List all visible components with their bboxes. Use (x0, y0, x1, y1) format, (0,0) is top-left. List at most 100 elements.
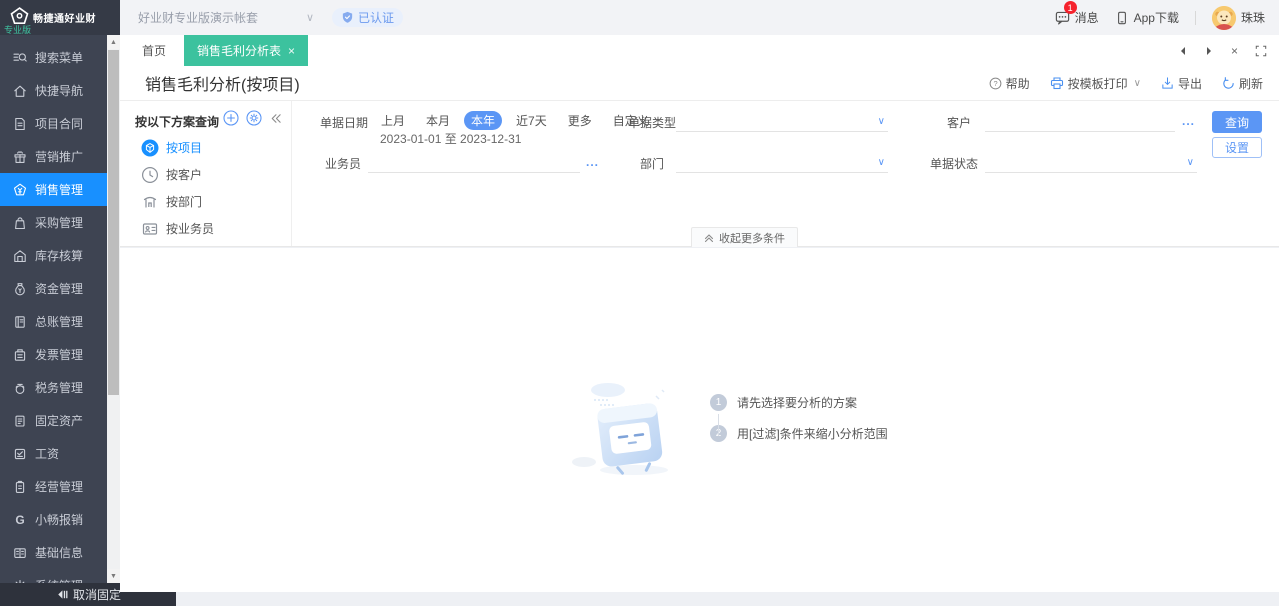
topbar-right: 消息 1 App下载 珠珠 (1055, 0, 1265, 35)
chevron-down-icon: ∨ (1186, 157, 1194, 168)
collapse-panel-icon[interactable] (269, 112, 282, 125)
salesman-input[interactable] (368, 152, 580, 173)
sidebar-scrollbar[interactable]: ▲ ▼ (107, 35, 120, 583)
doc-status-select[interactable]: ∨ (985, 152, 1197, 173)
sidebar-item-general-ledger[interactable]: 总账管理 (0, 305, 107, 338)
account-book-selector[interactable]: 好业财专业版演示帐套 ∨ (138, 0, 314, 35)
export-button[interactable]: 导出 (1161, 75, 1202, 92)
scrollbar-thumb[interactable] (108, 50, 119, 395)
content-area: 1 请先选择要分析的方案 2 用[过滤]条件来缩小分析范围 (120, 248, 1279, 592)
scroll-up-icon[interactable]: ▲ (107, 35, 120, 49)
phone-icon (1115, 11, 1129, 25)
sidebar-item-label: 总账管理 (35, 315, 84, 329)
sidebar-item-funds-management[interactable]: 资金管理 (0, 272, 107, 305)
sidebar-item-salary[interactable]: 工资 (0, 437, 107, 470)
fullscreen-icon[interactable] (1249, 39, 1272, 62)
messages-button[interactable]: 消息 1 (1055, 1, 1099, 26)
sidebar-item-label: 资金管理 (35, 282, 84, 296)
date-range-value: 2023-01-01 至 2023-12-31 (380, 132, 522, 146)
page-title: 销售毛利分析(按项目) (145, 77, 300, 94)
department-select[interactable]: ∨ (676, 152, 888, 173)
doc-type-label: 单据类型 (628, 116, 677, 130)
empty-state-illustration (570, 378, 690, 478)
sidebar: 搜索菜单 快捷导航 项目合同 营销推广 销售管理 采购管理 库存核算 资金管理 … (0, 35, 120, 583)
sidebar-item-inventory-accounting[interactable]: 库存核算 (0, 239, 107, 272)
chevron-up-double-icon (704, 233, 714, 243)
collapse-more-filters-button[interactable]: 收起更多条件 (691, 227, 798, 247)
sidebar-item-invoice-management[interactable]: 发票管理 (0, 338, 107, 371)
sales-icon (13, 183, 27, 197)
scheme-settings-gear-icon[interactable] (246, 110, 262, 126)
scheme-item-by-customer[interactable]: 按客户 (141, 161, 214, 188)
tab-scroll-left-icon[interactable] (1171, 39, 1194, 62)
salesman-more-ellipsis[interactable]: ... (586, 155, 599, 169)
pill-this-year[interactable]: 本年 (464, 111, 503, 130)
funds-icon (13, 282, 27, 296)
sidebar-item-expense-reimburse[interactable]: G 小畅报销 (0, 503, 107, 536)
sidebar-item-project-contract[interactable]: 项目合同 (0, 107, 107, 140)
base-info-icon (13, 546, 27, 560)
home-icon (13, 84, 27, 98)
pill-last-7-days[interactable]: 近7天 (509, 111, 554, 130)
user-menu[interactable]: 珠珠 (1211, 5, 1265, 30)
inventory-icon (13, 249, 27, 263)
scheme-item-label: 按部门 (166, 195, 203, 209)
sidebar-item-label: 工资 (35, 447, 60, 461)
sidebar-item-marketing[interactable]: 营销推广 (0, 140, 107, 173)
sidebar-item-tax-management[interactable]: 税务管理 (0, 371, 107, 404)
step-item: 2 用[过滤]条件来缩小分析范围 (710, 425, 888, 442)
step-number-badge: 2 (710, 425, 727, 442)
filter-panel: 按以下方案查询 按项目 按客户 按部门 按业务员 单据日期 上月 本月 本年 近… (120, 101, 1279, 247)
sidebar-item-label: 固定资产 (35, 414, 84, 428)
sidebar-item-base-info[interactable]: 基础信息 (0, 536, 107, 569)
scroll-down-icon[interactable]: ▼ (107, 569, 120, 583)
step-item: 1 请先选择要分析的方案 (710, 394, 888, 411)
help-button[interactable]: ? 帮助 (989, 75, 1030, 92)
tab-scroll-right-icon[interactable] (1197, 39, 1220, 62)
app-download-button[interactable]: App下载 (1115, 9, 1179, 26)
scheme-item-by-department[interactable]: 按部门 (141, 188, 214, 215)
doc-status-label: 单据状态 (930, 157, 979, 171)
gift-icon (13, 150, 27, 164)
tab-sales-gross-profit[interactable]: 销售毛利分析表 × (184, 35, 309, 66)
svg-text:G: G (15, 513, 24, 527)
sidebar-item-search-menu[interactable]: 搜索菜单 (0, 41, 107, 74)
pill-last-month[interactable]: 上月 (374, 111, 412, 130)
scheme-panel-title: 按以下方案查询 (135, 115, 220, 129)
account-book-name: 好业财专业版演示帐套 (138, 11, 259, 25)
date-range-pills: 上月 本月 本年 近7天 更多 自定义 (374, 111, 656, 130)
sidebar-item-system-management[interactable]: 系统管理 (0, 569, 107, 583)
salary-icon (13, 447, 27, 461)
customer-input[interactable] (985, 111, 1175, 132)
pill-this-month[interactable]: 本月 (419, 111, 457, 130)
sidebar-item-purchase-management[interactable]: 采购管理 (0, 206, 107, 239)
messages-count-badge: 1 (1063, 1, 1077, 14)
sidebar-item-sales-management[interactable]: 销售管理 (0, 173, 107, 206)
print-by-template-button[interactable]: 按模板打印 ∨ (1050, 75, 1141, 92)
scheme-item-by-project[interactable]: 按项目 (141, 134, 214, 161)
tab-close-all-icon[interactable]: × (1223, 39, 1246, 62)
settings-button[interactable]: 设置 (1212, 137, 1262, 158)
print-label: 按模板打印 (1067, 76, 1128, 91)
pill-more[interactable]: 更多 (561, 111, 599, 130)
filter-form: 单据日期 上月 本月 本年 近7天 更多 自定义 2023-01-01 至 20… (292, 101, 1279, 246)
sidebar-item-label: 经营管理 (35, 480, 84, 494)
step-text: 用[过滤]条件来缩小分析范围 (737, 427, 888, 441)
sidebar-item-business-management[interactable]: 经营管理 (0, 470, 107, 503)
doc-type-select[interactable]: ∨ (676, 111, 888, 132)
sidebar-item-fixed-assets[interactable]: 固定资产 (0, 404, 107, 437)
department-icon (141, 193, 159, 211)
add-scheme-icon[interactable] (223, 110, 239, 126)
step-text: 请先选择要分析的方案 (737, 396, 858, 410)
tab-close-icon[interactable]: × (288, 44, 295, 58)
refresh-button[interactable]: 刷新 (1222, 75, 1263, 92)
chevron-down-icon: ∨ (877, 116, 885, 127)
sidebar-item-quick-nav[interactable]: 快捷导航 (0, 74, 107, 107)
query-button[interactable]: 查询 (1212, 111, 1262, 133)
scheme-item-by-salesman[interactable]: 按业务员 (141, 215, 214, 242)
empty-state: 1 请先选择要分析的方案 2 用[过滤]条件来缩小分析范围 (570, 378, 888, 478)
customer-more-ellipsis[interactable]: ... (1182, 114, 1195, 128)
chevron-down-icon[interactable]: ∨ (1134, 78, 1141, 89)
sidebar-item-label: 采购管理 (35, 216, 84, 230)
tab-home[interactable]: 首页 (133, 35, 175, 66)
